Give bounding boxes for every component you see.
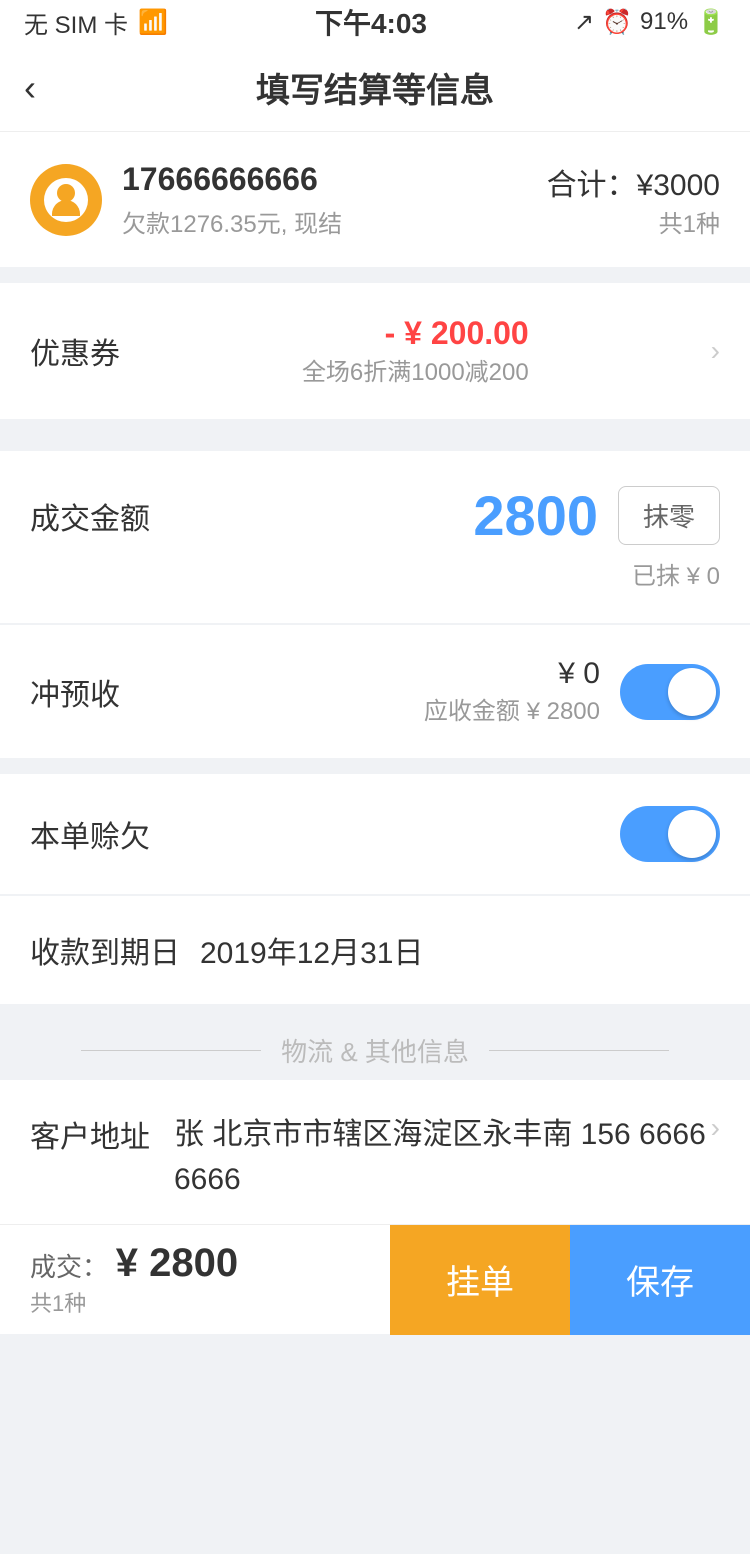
- back-button[interactable]: ‹: [24, 67, 36, 109]
- status-right: ↗ ⏰ 91% 🔋: [574, 8, 726, 37]
- gray-divider-1: [0, 435, 750, 451]
- address-row[interactable]: 客户地址 张 北京市市辖区海淀区永丰南 156 6666 6666 ›: [30, 1112, 720, 1202]
- deal-amount-section: 成交金额 2800 抹零 已抹 ¥ 0: [0, 451, 750, 623]
- logistics-sep-inner: 物流 & 其他信息: [81, 1032, 669, 1069]
- pre-receive-section: 冲预收 ¥ 0 应收金额 ¥ 2800: [0, 624, 750, 758]
- pre-amount-group: ¥ 0 应收金额 ¥ 2800: [424, 657, 600, 726]
- chevron-right-icon: ›: [711, 335, 720, 367]
- main-content: 17666666666 欠款1276.35元, 现结 合计：¥3000 共1种 …: [0, 132, 750, 1554]
- avatar-icon: [44, 178, 88, 222]
- bottom-bar: 成交： ¥ 2800 共1种 挂单 保存: [0, 1224, 750, 1334]
- coupon-amount: - ¥ 200.00: [302, 315, 529, 352]
- logistics-label: 物流 & 其他信息: [281, 1032, 469, 1069]
- pre-receive-toggle[interactable]: [620, 664, 720, 720]
- pre-receive-label: 冲预收: [30, 670, 120, 714]
- total-amount: 合计：¥3000: [547, 160, 720, 204]
- gray-divider-2: [0, 758, 750, 774]
- total-count: 共1种: [547, 204, 720, 239]
- customer-left: 17666666666 欠款1276.35元, 现结: [30, 161, 342, 239]
- logistics-separator: 物流 & 其他信息: [0, 1020, 750, 1080]
- deal-sub-text: 已抹 ¥ 0: [632, 563, 720, 590]
- pre-receive-amount: ¥ 0: [424, 657, 600, 691]
- debt-label: 本单赊欠: [30, 812, 150, 856]
- debt-row: 本单赊欠: [30, 806, 720, 862]
- deal-amount-row: 成交金额 2800 抹零: [30, 483, 720, 548]
- bottom-summary: 成交： ¥ 2800 共1种: [0, 1241, 390, 1318]
- deal-amount-group: 2800 抹零: [473, 483, 720, 548]
- round-zero-button[interactable]: 抹零: [618, 486, 720, 545]
- debt-section: 本单赊欠: [0, 774, 750, 894]
- due-date-value: 2019年12月31日: [200, 928, 423, 972]
- customer-sub-text: 欠款1276.35元, 现结: [122, 204, 342, 239]
- sep-line-right: [489, 1050, 669, 1051]
- coupon-section: 优惠券 - ¥ 200.00 全场6折满1000减200 ›: [0, 283, 750, 419]
- debt-toggle-knob: [668, 810, 716, 858]
- customer-info: 17666666666 欠款1276.35元, 现结: [122, 161, 342, 239]
- summary-deal-label: 成交：: [30, 1252, 108, 1282]
- coupon-label: 优惠券: [30, 329, 120, 373]
- customer-phone: 17666666666: [122, 161, 342, 198]
- summary-deal-amount: ¥ 2800: [116, 1241, 238, 1285]
- due-date-label: 收款到期日: [30, 928, 180, 972]
- address-chevron-icon: ›: [711, 1112, 720, 1144]
- battery-text: 91%: [640, 8, 688, 36]
- due-date-section: 收款到期日 2019年12月31日: [0, 895, 750, 1004]
- due-date-row: 收款到期日 2019年12月31日: [30, 928, 720, 972]
- pre-receive-sub: 应收金额 ¥ 2800: [424, 691, 600, 726]
- deal-amount-label: 成交金额: [30, 494, 150, 538]
- address-label: 客户地址: [30, 1112, 150, 1156]
- summary-row: 成交： ¥ 2800: [30, 1241, 360, 1286]
- sep-line-left: [81, 1050, 261, 1051]
- summary-count: 共1种: [30, 1286, 360, 1318]
- pre-receive-right: ¥ 0 应收金额 ¥ 2800: [424, 657, 720, 726]
- page-title: 填写结算等信息: [256, 63, 494, 112]
- battery-icon: 🔋: [696, 8, 726, 37]
- address-section: 客户地址 张 北京市市辖区海淀区永丰南 156 6666 6666 ›: [0, 1080, 750, 1234]
- sim-status: 无 SIM 卡: [24, 5, 128, 40]
- status-time: 下午4:03: [315, 2, 427, 42]
- location-icon: ↗: [574, 8, 594, 37]
- coupon-row[interactable]: 优惠券 - ¥ 200.00 全场6折满1000减200 ›: [0, 283, 750, 419]
- save-button[interactable]: 保存: [570, 1225, 750, 1335]
- alarm-icon: ⏰: [602, 8, 632, 37]
- debt-toggle[interactable]: [620, 806, 720, 862]
- avatar: [30, 164, 102, 236]
- toggle-knob: [668, 668, 716, 716]
- deal-amount-value: 2800: [473, 483, 598, 548]
- wifi-icon: 📶: [138, 8, 168, 37]
- coupon-right: - ¥ 200.00 全场6折满1000减200: [302, 315, 529, 387]
- status-bar: 无 SIM 卡 📶 下午4:03 ↗ ⏰ 91% 🔋: [0, 0, 750, 44]
- status-left: 无 SIM 卡 📶: [24, 5, 168, 40]
- pre-receive-row: 冲预收 ¥ 0 应收金额 ¥ 2800: [30, 657, 720, 726]
- customer-card: 17666666666 欠款1276.35元, 现结 合计：¥3000 共1种: [0, 132, 750, 267]
- coupon-desc: 全场6折满1000减200: [302, 352, 529, 387]
- nav-bar: ‹ 填写结算等信息: [0, 44, 750, 132]
- hold-order-button[interactable]: 挂单: [390, 1225, 570, 1335]
- address-value: 张 北京市市辖区海淀区永丰南 156 6666 6666: [174, 1112, 711, 1202]
- customer-right: 合计：¥3000 共1种: [547, 160, 720, 239]
